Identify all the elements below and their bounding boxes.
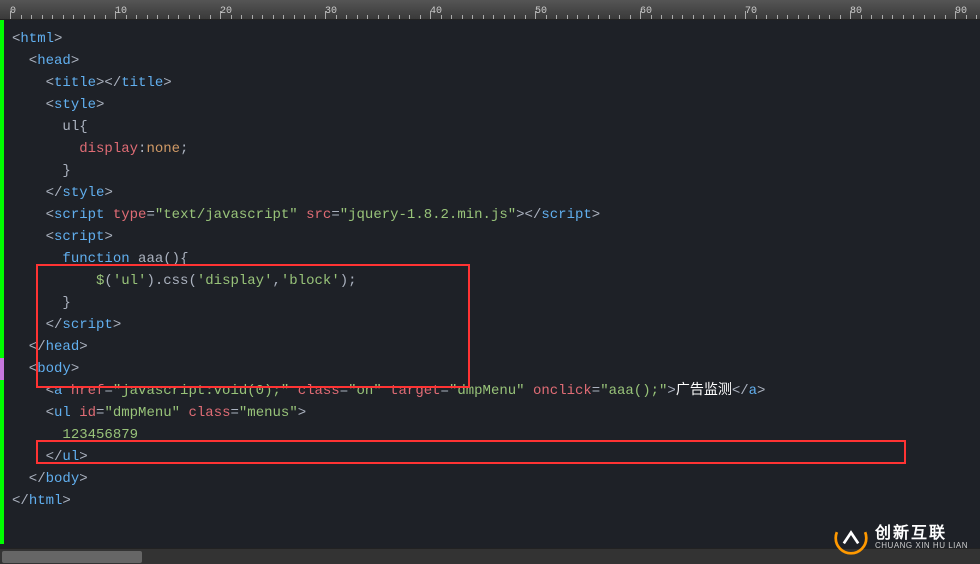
- code-line: <a href="javascript:void(0);" class="on"…: [6, 380, 980, 402]
- code-line: }: [6, 160, 980, 182]
- watermark-logo-icon: [833, 520, 869, 556]
- code-line: display:none;: [6, 138, 980, 160]
- watermark: 创新互联 CHUANG XIN HU LIAN: [833, 520, 968, 556]
- code-line: <style>: [6, 94, 980, 116]
- code-line: <ul id="dmpMenu" class="menus">: [6, 402, 980, 424]
- code-line: </ul>: [6, 446, 980, 468]
- code-line: ul{: [6, 116, 980, 138]
- code-line: 123456879: [6, 424, 980, 446]
- code-line: <html>: [6, 28, 980, 50]
- code-line: function aaa(){: [6, 248, 980, 270]
- gutter-indicator: [0, 358, 4, 380]
- code-line: }: [6, 292, 980, 314]
- column-ruler: 0102030405060708090: [0, 0, 980, 20]
- gutter-marker: [0, 20, 4, 544]
- code-line: </head>: [6, 336, 980, 358]
- code-line: <head>: [6, 50, 980, 72]
- code-line: $('ul').css('display','block');: [6, 270, 980, 292]
- code-line: </body>: [6, 468, 980, 490]
- scrollbar-thumb[interactable]: [2, 551, 142, 563]
- watermark-subtitle: CHUANG XIN HU LIAN: [875, 542, 968, 551]
- code-editor[interactable]: <html> <head> <title></title> <style> ul…: [0, 20, 980, 544]
- code-line: <script type="text/javascript" src="jque…: [6, 204, 980, 226]
- code-line: <script>: [6, 226, 980, 248]
- code-line: <body>: [6, 358, 980, 380]
- watermark-title: 创新互联: [875, 525, 968, 543]
- code-line: </script>: [6, 314, 980, 336]
- code-line: </html>: [6, 490, 980, 512]
- code-line: </style>: [6, 182, 980, 204]
- code-line: <title></title>: [6, 72, 980, 94]
